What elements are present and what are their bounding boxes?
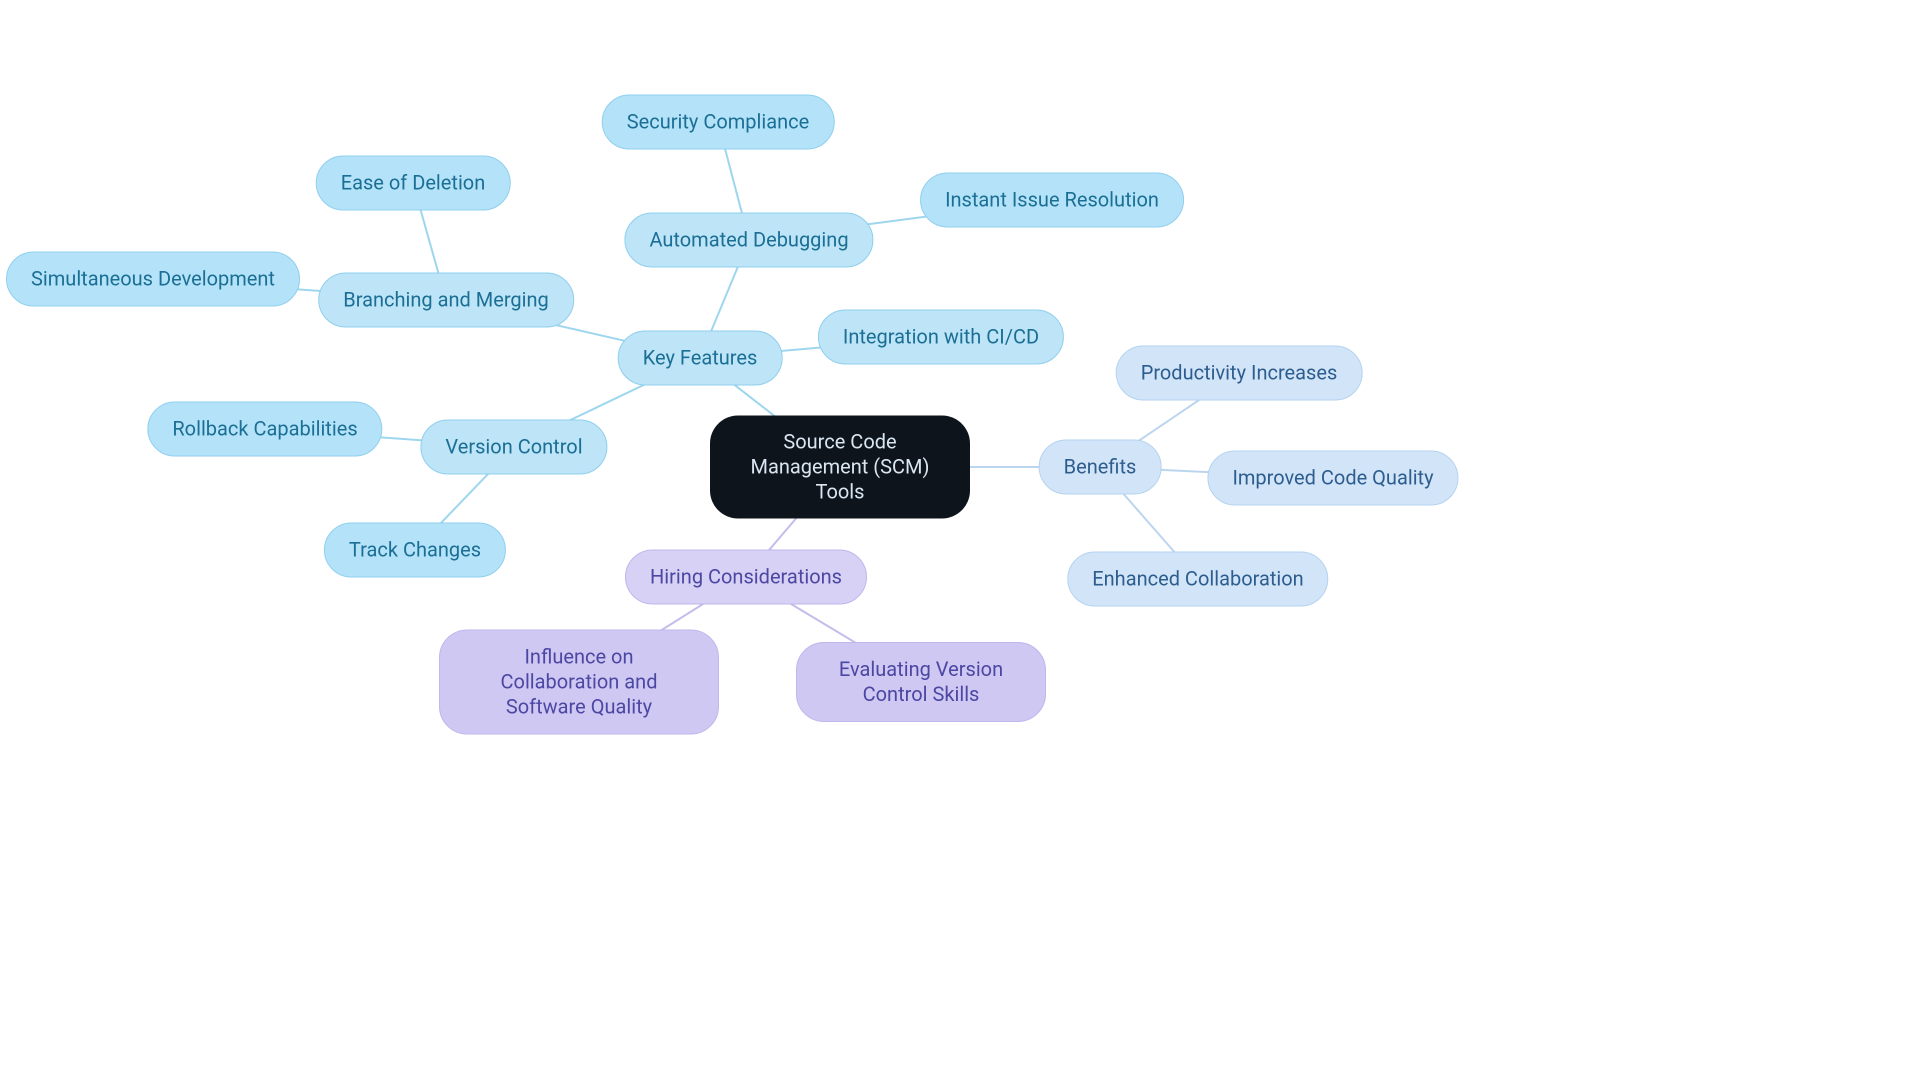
node-label: Hiring Considerations	[650, 565, 842, 590]
node-key-features[interactable]: Key Features	[618, 331, 783, 386]
node-branching-merging[interactable]: Branching and Merging	[318, 273, 574, 328]
node-track-changes[interactable]: Track Changes	[324, 523, 506, 578]
edge-layer	[0, 0, 1920, 1083]
node-version-control[interactable]: Version Control	[420, 420, 607, 475]
node-label: Influence on Collaboration and Software …	[464, 645, 694, 720]
node-label: Track Changes	[349, 538, 481, 563]
root-label: Source Code Management (SCM) Tools	[734, 430, 946, 505]
node-benefits[interactable]: Benefits	[1039, 440, 1162, 495]
node-productivity-increases[interactable]: Productivity Increases	[1116, 346, 1363, 401]
node-security-compliance[interactable]: Security Compliance	[602, 95, 835, 150]
node-enhanced-collaboration[interactable]: Enhanced Collaboration	[1067, 552, 1328, 607]
node-label: Key Features	[643, 346, 758, 371]
node-label: Rollback Capabilities	[172, 417, 357, 442]
node-ease-deletion[interactable]: Ease of Deletion	[316, 156, 511, 211]
node-improved-code-quality[interactable]: Improved Code Quality	[1207, 451, 1458, 506]
node-label: Benefits	[1064, 455, 1137, 480]
node-label: Version Control	[445, 435, 582, 460]
node-label: Improved Code Quality	[1232, 466, 1433, 491]
mindmap-canvas: Source Code Management (SCM) Tools Key F…	[0, 0, 1920, 1083]
node-rollback-capabilities[interactable]: Rollback Capabilities	[147, 402, 382, 457]
node-label: Automated Debugging	[649, 228, 848, 253]
node-label: Security Compliance	[627, 110, 810, 135]
node-hiring-considerations[interactable]: Hiring Considerations	[625, 550, 867, 605]
node-simultaneous-dev[interactable]: Simultaneous Development	[6, 252, 300, 307]
node-automated-debugging[interactable]: Automated Debugging	[624, 213, 873, 268]
node-label: Instant Issue Resolution	[945, 188, 1159, 213]
node-label: Ease of Deletion	[341, 171, 486, 196]
node-label: Branching and Merging	[343, 288, 549, 313]
node-label: Enhanced Collaboration	[1092, 567, 1303, 592]
root-node[interactable]: Source Code Management (SCM) Tools	[710, 416, 970, 519]
node-influence-collab-quality[interactable]: Influence on Collaboration and Software …	[439, 630, 719, 735]
node-label: Integration with CI/CD	[843, 325, 1039, 350]
node-instant-issue-resolution[interactable]: Instant Issue Resolution	[920, 173, 1184, 228]
node-label: Simultaneous Development	[31, 267, 275, 292]
node-evaluating-version-control-skills[interactable]: Evaluating Version Control Skills	[796, 642, 1046, 722]
node-label: Productivity Increases	[1141, 361, 1338, 386]
node-integration-cicd[interactable]: Integration with CI/CD	[818, 310, 1064, 365]
node-label: Evaluating Version Control Skills	[821, 657, 1021, 707]
